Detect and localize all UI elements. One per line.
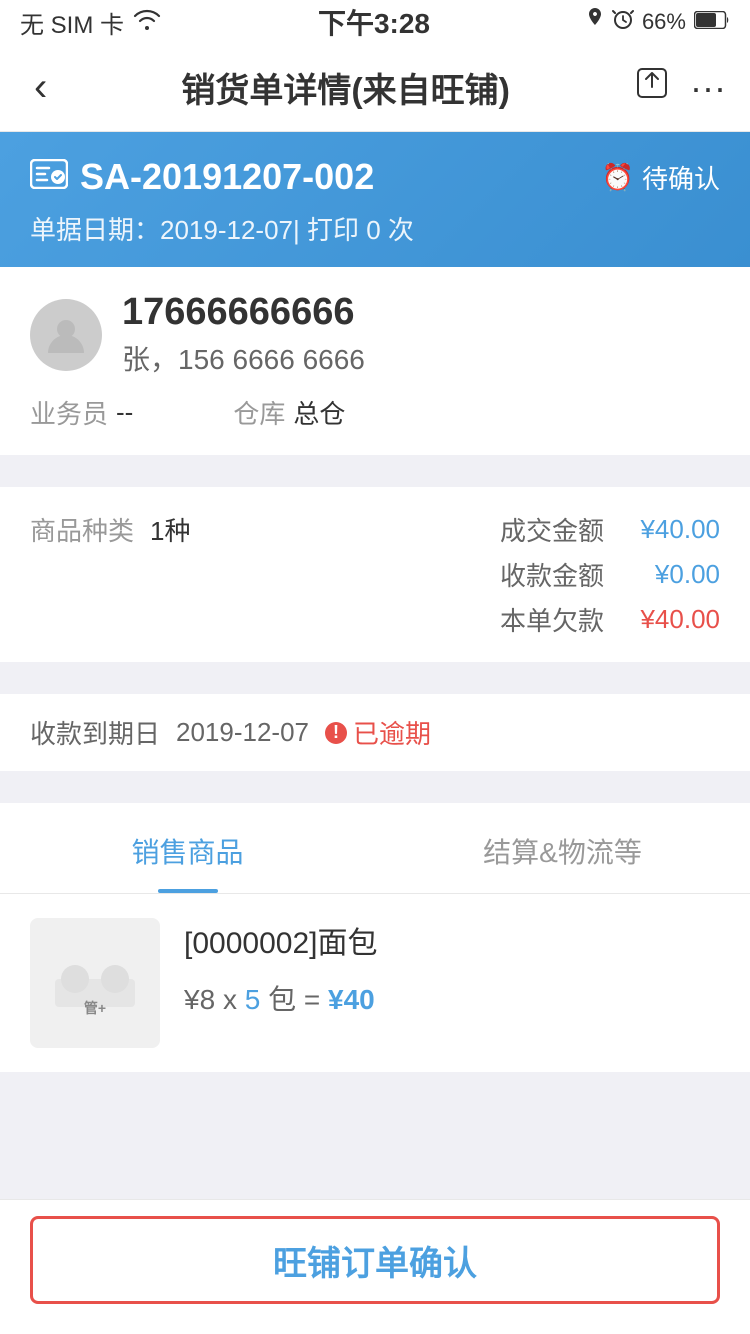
tab-settlement[interactable]: 结算&物流等 (375, 803, 750, 893)
print-info: | 打印 0 次 (293, 215, 414, 245)
status-bar: 无 SIM 卡 下午3:28 66% (0, 0, 750, 44)
product-info: [0000002]面包 ¥8 x 5 包 = ¥40 (184, 918, 720, 1018)
order-status-text: 待确认 (642, 159, 720, 196)
tabs-bar: 销售商品 结算&物流等 (0, 803, 750, 894)
due-date-card: 收款到期日 2019-12-07 ! 已逾期 (0, 694, 750, 771)
customer-phone: 17666666666 (122, 291, 365, 334)
nav-actions: ··· (634, 65, 726, 110)
order-date-value: 2019-12-07 (160, 215, 293, 245)
status-right: 66% (586, 8, 730, 36)
more-button[interactable]: ··· (690, 67, 726, 109)
bottom-action-bar: 旺铺订单确认 (0, 1199, 750, 1334)
order-id-section: SA-20191207-002 (30, 156, 374, 198)
order-status: ⏰ 待确认 (602, 159, 720, 196)
order-date-row: 单据日期：2019-12-07| 打印 0 次 (30, 210, 720, 247)
price-value: ¥8 (184, 984, 215, 1015)
overdue-badge: ! 已逾期 (325, 714, 431, 751)
total-value: ¥40 (328, 984, 375, 1015)
overdue-icon: ! (325, 722, 347, 744)
owed-label: 本单欠款 (500, 601, 604, 638)
alarm-icon (612, 8, 634, 36)
share-button[interactable] (634, 65, 670, 110)
status-time: 下午3:28 (318, 2, 430, 42)
battery-icon (694, 9, 730, 35)
type-label: 商品种类 (30, 511, 134, 548)
status-clock-icon: ⏰ (602, 162, 634, 193)
received-value: ¥0.00 (620, 559, 720, 590)
tab-settlement-label: 结算&物流等 (483, 837, 642, 868)
amount-label: 成交金额 (500, 511, 604, 548)
battery-text: 66% (642, 9, 686, 35)
tab-products[interactable]: 销售商品 (0, 803, 375, 893)
amount-value: ¥40.00 (620, 514, 720, 545)
divider-2 (0, 678, 750, 694)
location-icon (586, 8, 604, 36)
customer-meta: 业务员 -- 仓库 总仓 (30, 394, 720, 431)
divider-1 (0, 471, 750, 487)
wifi-icon (132, 8, 162, 37)
summary-left: 商品种类 1种 (30, 511, 190, 548)
type-value: 1种 (150, 511, 190, 548)
date-label: 单据日期： (30, 215, 160, 245)
product-card: 管+ [0000002]面包 ¥8 x 5 包 = ¥40 (0, 894, 750, 1072)
sales-label: 业务员 (30, 394, 108, 431)
summary-card: 商品种类 1种 成交金额 ¥40.00 收款金额 ¥0.00 本单欠款 ¥40.… (0, 487, 750, 662)
page-title: 销货单详情(来自旺铺) (181, 63, 510, 112)
order-header: SA-20191207-002 ⏰ 待确认 单据日期：2019-12-07| 打… (0, 132, 750, 267)
avatar (30, 299, 102, 371)
due-date-value: 2019-12-07 (176, 717, 309, 748)
equals: = (304, 984, 328, 1015)
warehouse-label: 仓库 (233, 394, 285, 431)
customer-name: 张，156 6666 6666 (122, 338, 365, 378)
product-item: 管+ [0000002]面包 ¥8 x 5 包 = ¥40 (30, 918, 720, 1048)
status-left: 无 SIM 卡 (20, 5, 162, 40)
order-icon (30, 156, 68, 198)
svg-text:管+: 管+ (84, 1000, 106, 1016)
qty-value: 5 (245, 984, 261, 1015)
product-thumbnail: 管+ (30, 918, 160, 1048)
confirm-button[interactable]: 旺铺订单确认 (30, 1216, 720, 1304)
due-date-section: 收款到期日 2019-12-07 ! 已逾期 (30, 714, 720, 751)
owed-value: ¥40.00 (620, 604, 720, 635)
overdue-text: 已逾期 (353, 714, 431, 751)
sales-value: -- (116, 397, 133, 428)
no-sim-text: 无 SIM 卡 (20, 5, 124, 40)
divider-3 (0, 787, 750, 803)
price-separator: x (223, 984, 245, 1015)
warehouse-value: 总仓 (293, 394, 345, 431)
nav-bar: ‹ 销货单详情(来自旺铺) ··· (0, 44, 750, 132)
product-price: ¥8 x 5 包 = ¥40 (184, 978, 720, 1018)
back-button[interactable]: ‹ (24, 55, 57, 120)
unit-value: 包 (268, 984, 296, 1015)
received-label: 收款金额 (500, 556, 604, 593)
customer-card: 17666666666 张，156 6666 6666 业务员 -- 仓库 总仓 (0, 267, 750, 455)
product-name: [0000002]面包 (184, 918, 720, 962)
order-id-text: SA-20191207-002 (80, 156, 374, 198)
summary-right: 成交金额 ¥40.00 收款金额 ¥0.00 本单欠款 ¥40.00 (500, 511, 720, 638)
tab-products-label: 销售商品 (131, 837, 243, 868)
due-label: 收款到期日 (30, 714, 160, 751)
